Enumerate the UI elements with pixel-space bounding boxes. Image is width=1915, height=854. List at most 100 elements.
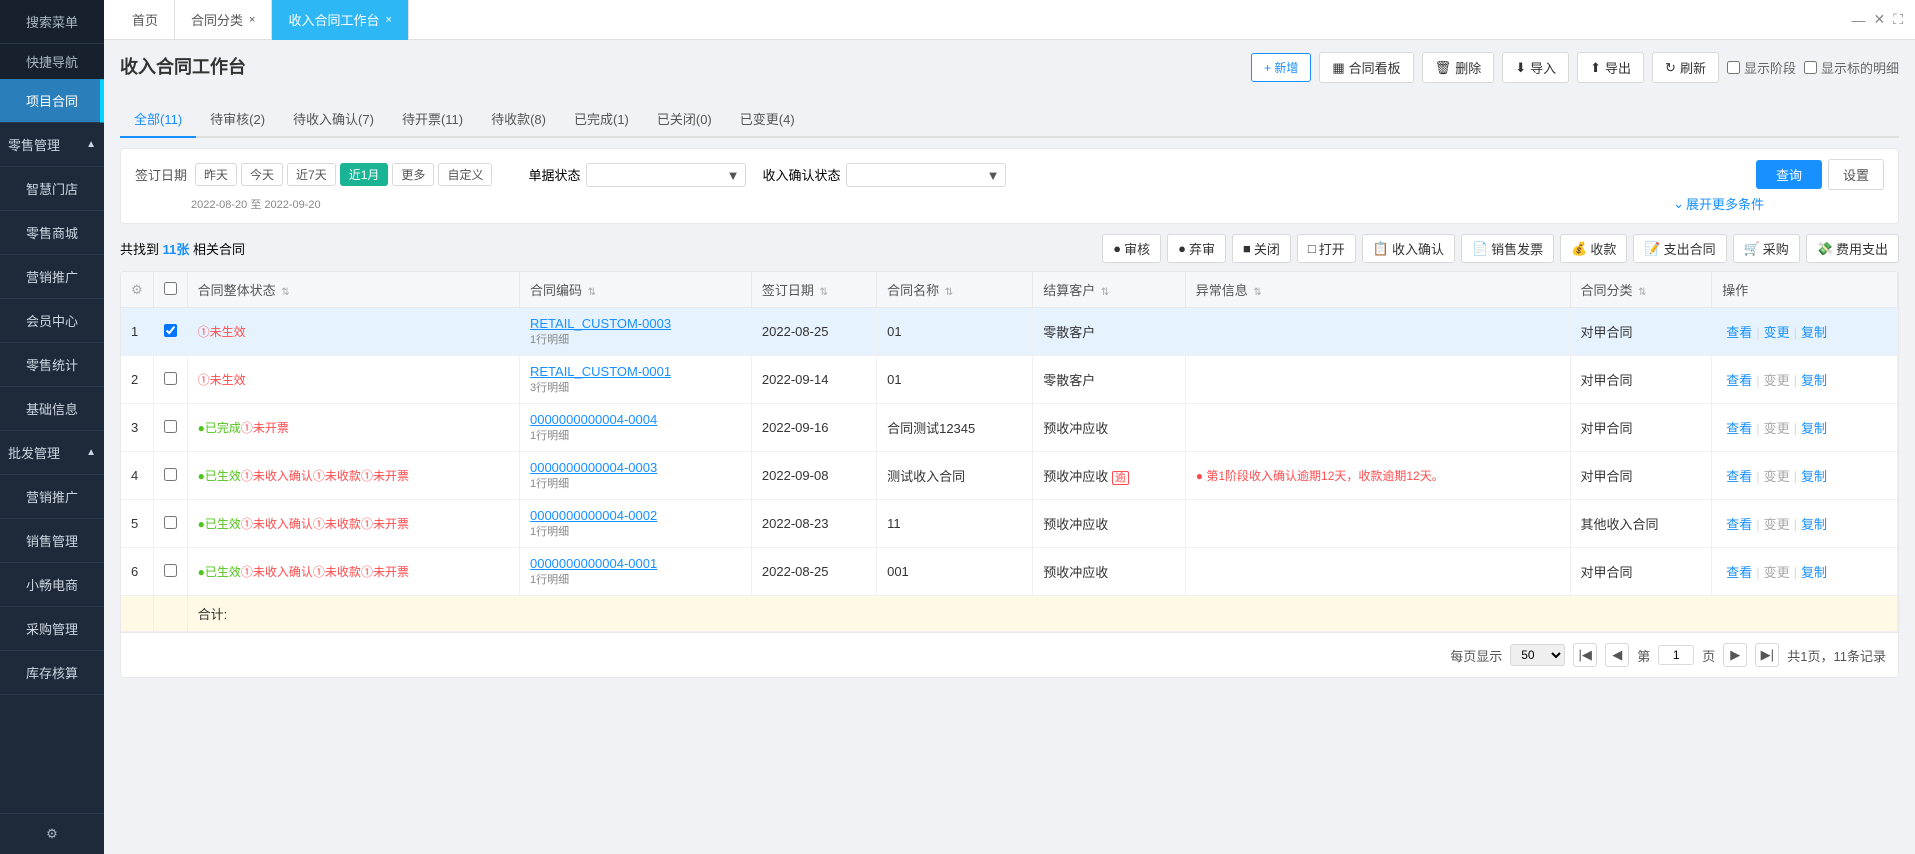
- filter-tab-completed[interactable]: 已完成(1): [560, 101, 643, 138]
- row-checkbox[interactable]: [164, 468, 177, 481]
- filter-tab-pending_confirm[interactable]: 待收入确认(7): [279, 101, 388, 138]
- contract-code-link[interactable]: 0000000000004-0003: [530, 460, 657, 475]
- doc-status-select[interactable]: ▼: [586, 163, 746, 187]
- select-all-checkbox[interactable]: [164, 282, 177, 295]
- expense-btn[interactable]: 💸 费用支出: [1806, 234, 1899, 263]
- prev-page-btn[interactable]: ◀: [1605, 643, 1629, 667]
- query-button[interactable]: 查询: [1756, 160, 1822, 189]
- revenue-confirm-select[interactable]: ▼: [846, 163, 1006, 187]
- date-btn-昨天[interactable]: 昨天: [195, 163, 237, 186]
- action-变更-btn[interactable]: 变更: [1760, 325, 1794, 340]
- sidebar-item-营销推广[interactable]: 营销推广: [0, 255, 104, 299]
- sidebar-search[interactable]: 搜索菜单: [0, 0, 104, 43]
- minimize-icon[interactable]: —: [1851, 12, 1865, 28]
- row-checkbox[interactable]: [164, 564, 177, 577]
- first-page-btn[interactable]: |◀: [1573, 643, 1597, 667]
- date-btn-近7天[interactable]: 近7天: [287, 163, 336, 186]
- collection-btn[interactable]: 💰 收款: [1560, 234, 1627, 263]
- row-checkbox[interactable]: [164, 324, 177, 337]
- revenue-confirm-btn[interactable]: 📋 收入确认: [1362, 234, 1455, 263]
- filter-tab-pending_payment[interactable]: 待收款(8): [477, 101, 560, 138]
- tab-close-icon[interactable]: ×: [385, 14, 391, 26]
- date-btn-近1月[interactable]: 近1月: [340, 163, 389, 186]
- close-contract-btn[interactable]: ■ 关闭: [1232, 234, 1291, 263]
- action-复制-btn[interactable]: 复制: [1797, 517, 1831, 532]
- action-查看-btn[interactable]: 查看: [1722, 469, 1756, 484]
- abandon-btn[interactable]: ● 弃审: [1167, 234, 1226, 263]
- sidebar-quicknav[interactable]: 快捷导航: [0, 43, 104, 79]
- sidebar-item-营销推广[interactable]: 营销推广: [0, 475, 104, 519]
- filter-tab-pending_invoice[interactable]: 待开票(11): [388, 101, 477, 138]
- sidebar-settings-btn[interactable]: ⚙: [0, 813, 104, 854]
- sidebar-item-零售商城[interactable]: 零售商城: [0, 211, 104, 255]
- action-变更-btn[interactable]: 变更: [1760, 469, 1794, 484]
- date-btn-自定义[interactable]: 自定义: [438, 163, 492, 186]
- sidebar-item-采购管理[interactable]: 采购管理: [0, 607, 104, 651]
- settings-button[interactable]: 设置: [1828, 159, 1884, 190]
- filter-tab-closed[interactable]: 已关闭(0): [643, 101, 726, 138]
- row-checkbox[interactable]: [164, 420, 177, 433]
- action-查看-btn[interactable]: 查看: [1722, 565, 1756, 580]
- purchase-btn[interactable]: 🛒 采购: [1733, 234, 1800, 263]
- contract-code-link[interactable]: RETAIL_CUSTOM-0001: [530, 364, 671, 379]
- show-note-checkbox[interactable]: [1804, 61, 1817, 74]
- refresh-button[interactable]: ↻ 刷新: [1652, 52, 1719, 83]
- action-复制-btn[interactable]: 复制: [1797, 325, 1831, 340]
- close-icon[interactable]: ✕: [1873, 11, 1885, 28]
- action-查看-btn[interactable]: 查看: [1722, 373, 1756, 388]
- sidebar-item-小畅电商[interactable]: 小畅电商: [0, 563, 104, 607]
- kanban-button[interactable]: ▦ 合同看板: [1319, 52, 1413, 83]
- next-page-btn[interactable]: ▶: [1723, 643, 1747, 667]
- sidebar-item-销售管理[interactable]: 销售管理: [0, 519, 104, 563]
- tab-首页[interactable]: 首页: [116, 0, 175, 40]
- action-查看-btn[interactable]: 查看: [1722, 517, 1756, 532]
- contract-code-link[interactable]: 0000000000004-0002: [530, 508, 657, 523]
- open-btn[interactable]: □ 打开: [1297, 234, 1356, 263]
- contract-code-link[interactable]: RETAIL_CUSTOM-0003: [530, 316, 671, 331]
- show-stage-checkbox[interactable]: [1727, 61, 1740, 74]
- action-变更-btn[interactable]: 变更: [1760, 565, 1794, 580]
- delete-button[interactable]: 🗑 删除: [1422, 52, 1495, 83]
- sidebar-item-基础信息[interactable]: 基础信息: [0, 387, 104, 431]
- import-button[interactable]: ⬇ 导入: [1502, 52, 1569, 83]
- page-number-input[interactable]: [1658, 645, 1694, 665]
- expand-conditions-btn[interactable]: ⌄ 展开更多条件: [1673, 194, 1764, 213]
- sidebar-item-库存核算[interactable]: 库存核算: [0, 651, 104, 695]
- action-复制-btn[interactable]: 复制: [1797, 373, 1831, 388]
- action-变更-btn[interactable]: 变更: [1760, 421, 1794, 436]
- row-checkbox[interactable]: [164, 372, 177, 385]
- settings-gear-icon[interactable]: ⚙: [131, 282, 143, 297]
- date-btn-更多[interactable]: 更多: [392, 163, 434, 186]
- tab-合同分类[interactable]: 合同分类×: [175, 0, 272, 40]
- filter-tab-all[interactable]: 全部(11): [120, 101, 196, 138]
- new-button[interactable]: + 新增: [1251, 53, 1311, 82]
- expense-out-btn[interactable]: 📝 支出合同: [1633, 234, 1726, 263]
- sidebar-item-会员中心[interactable]: 会员中心: [0, 299, 104, 343]
- last-page-btn[interactable]: ▶|: [1755, 643, 1779, 667]
- contract-code-link[interactable]: 0000000000004-0001: [530, 556, 657, 571]
- date-btn-今天[interactable]: 今天: [241, 163, 283, 186]
- sidebar-item-批发管理[interactable]: 批发管理▲: [0, 431, 104, 475]
- tab-close-icon[interactable]: ×: [249, 14, 255, 26]
- page-size-select[interactable]: 50 10 20 100: [1510, 644, 1565, 666]
- maximize-icon[interactable]: ⛶: [1893, 11, 1903, 28]
- action-复制-btn[interactable]: 复制: [1797, 469, 1831, 484]
- export-button[interactable]: ⬆ 导出: [1577, 52, 1644, 83]
- action-复制-btn[interactable]: 复制: [1797, 565, 1831, 580]
- sidebar-item-零售管理[interactable]: 零售管理▲: [0, 123, 104, 167]
- action-变更-btn[interactable]: 变更: [1760, 517, 1794, 532]
- row-checkbox[interactable]: [164, 516, 177, 529]
- sidebar-item-智慧门店[interactable]: 智慧门店: [0, 167, 104, 211]
- contract-code-link[interactable]: 0000000000004-0004: [530, 412, 657, 427]
- action-查看-btn[interactable]: 查看: [1722, 325, 1756, 340]
- sidebar-item-项目合同[interactable]: 项目合同: [0, 79, 104, 123]
- tab-收入合同工作台[interactable]: 收入合同工作台×: [272, 0, 408, 40]
- filter-tab-changed[interactable]: 已变更(4): [726, 101, 809, 138]
- sales-invoice-btn[interactable]: 📄 销售发票: [1461, 234, 1554, 263]
- action-复制-btn[interactable]: 复制: [1797, 421, 1831, 436]
- audit-btn[interactable]: ● 审核: [1102, 234, 1161, 263]
- filter-tab-pending_review[interactable]: 待审核(2): [196, 101, 279, 138]
- action-变更-btn[interactable]: 变更: [1760, 373, 1794, 388]
- action-查看-btn[interactable]: 查看: [1722, 421, 1756, 436]
- sidebar-item-零售统计[interactable]: 零售统计: [0, 343, 104, 387]
